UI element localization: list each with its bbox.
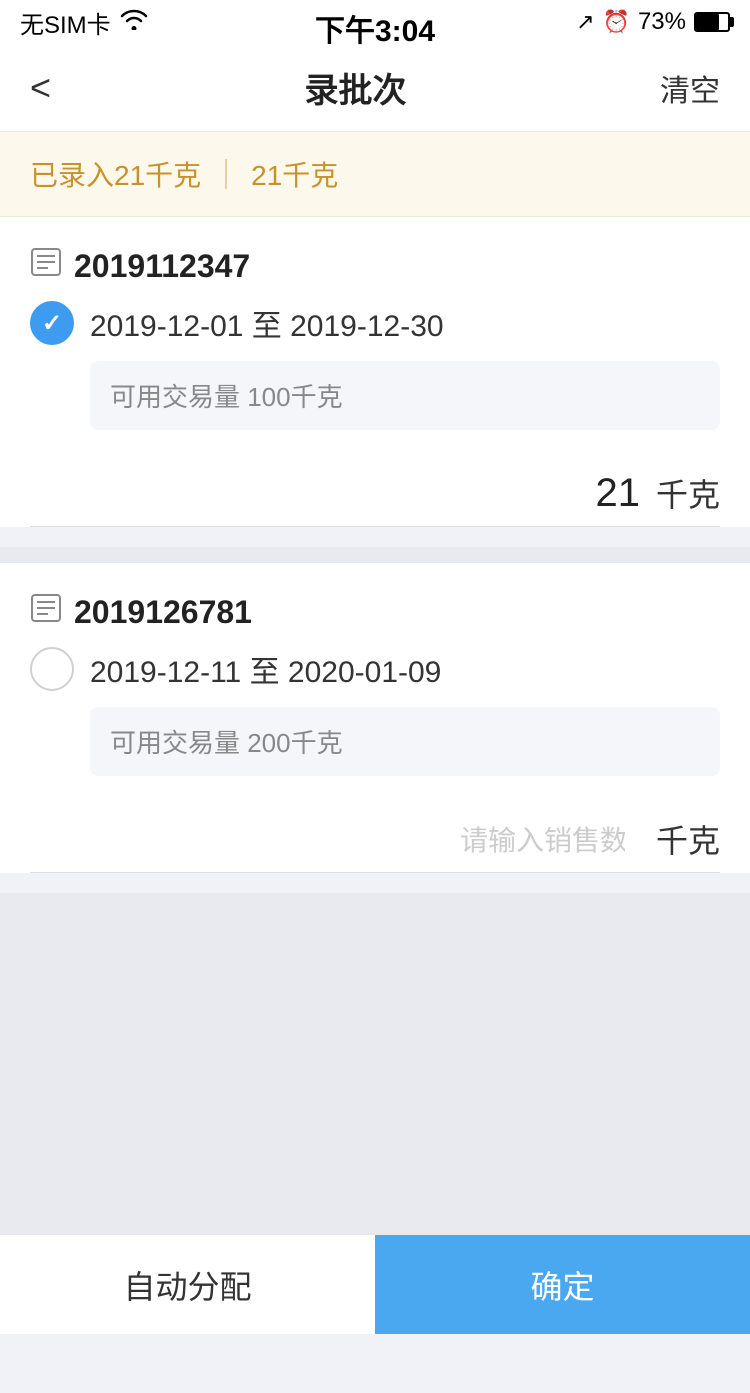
batch-1-details: 2019112347 2019-12-01 至 2019-12-30 可用交易量… — [0, 217, 750, 450]
batch-1-radio[interactable] — [30, 301, 74, 345]
location-icon: ↗ — [576, 9, 594, 35]
batch-2-unit: 千克 — [656, 816, 720, 862]
batch-1-available: 可用交易量 100千克 — [90, 361, 720, 430]
batch-1-qty-row: 21 千克 — [0, 450, 750, 526]
status-left: 无SIM卡 — [20, 5, 149, 40]
info-divider — [225, 159, 227, 189]
document-icon-2 — [30, 593, 62, 631]
battery-icon — [694, 12, 730, 32]
batch-2-date-row[interactable]: 2019-12-11 至 2020-01-09 — [30, 647, 720, 691]
confirm-button[interactable]: 确定 — [375, 1235, 750, 1334]
batch-1-date: 2019-12-01 至 2019-12-30 — [90, 301, 444, 345]
bottom-bar: 自动分配 确定 — [0, 1234, 750, 1334]
nav-bar: < 录批次 清空 — [0, 44, 750, 132]
recorded-amount: 已录入21千克 — [30, 154, 201, 194]
batch-1-header: 2019112347 — [30, 247, 720, 285]
batch-2-id: 2019126781 — [74, 594, 252, 631]
batch-1-underline — [30, 526, 720, 527]
auto-distribute-button[interactable]: 自动分配 — [0, 1235, 375, 1334]
clear-button[interactable]: 清空 — [660, 66, 720, 110]
clock-icon: ⏰ — [603, 9, 630, 35]
section-divider — [0, 547, 750, 563]
batch-2-input-row[interactable]: 千克 — [0, 796, 750, 872]
carrier-label: 无SIM卡 — [20, 5, 111, 40]
info-banner: 已录入21千克 21千克 — [0, 132, 750, 217]
batch-1-id: 2019112347 — [74, 248, 250, 285]
batch-2-date: 2019-12-11 至 2020-01-09 — [90, 647, 441, 691]
back-button[interactable]: < — [30, 67, 51, 109]
batch-2-qty-input[interactable] — [460, 821, 640, 858]
batch-1-qty-value: 21 — [595, 471, 640, 516]
main-content: 2019112347 2019-12-01 至 2019-12-30 可用交易量… — [0, 217, 750, 1393]
batch-2-available: 可用交易量 200千克 — [90, 707, 720, 776]
total-amount: 21千克 — [251, 154, 338, 194]
batch-1-date-row[interactable]: 2019-12-01 至 2019-12-30 — [30, 301, 720, 345]
wifi-icon — [119, 8, 149, 37]
batch-2-header: 2019126781 — [30, 593, 720, 631]
status-time: 下午3:04 — [315, 6, 435, 50]
battery-label: 73% — [638, 8, 686, 36]
status-right: ↗ ⏰ 73% — [576, 8, 730, 36]
batch-item-2: 2019126781 2019-12-11 至 2020-01-09 可用交易量… — [0, 563, 750, 873]
empty-area — [0, 893, 750, 1293]
document-icon — [30, 247, 62, 285]
batch-2-underline — [30, 872, 720, 873]
batch-2-radio[interactable] — [30, 647, 74, 691]
batch-2-details: 2019126781 2019-12-11 至 2020-01-09 可用交易量… — [0, 563, 750, 796]
status-bar: 无SIM卡 下午3:04 ↗ ⏰ 73% — [0, 0, 750, 44]
page-title: 录批次 — [305, 63, 407, 112]
batch-1-unit: 千克 — [656, 470, 720, 516]
batch-item-1: 2019112347 2019-12-01 至 2019-12-30 可用交易量… — [0, 217, 750, 527]
